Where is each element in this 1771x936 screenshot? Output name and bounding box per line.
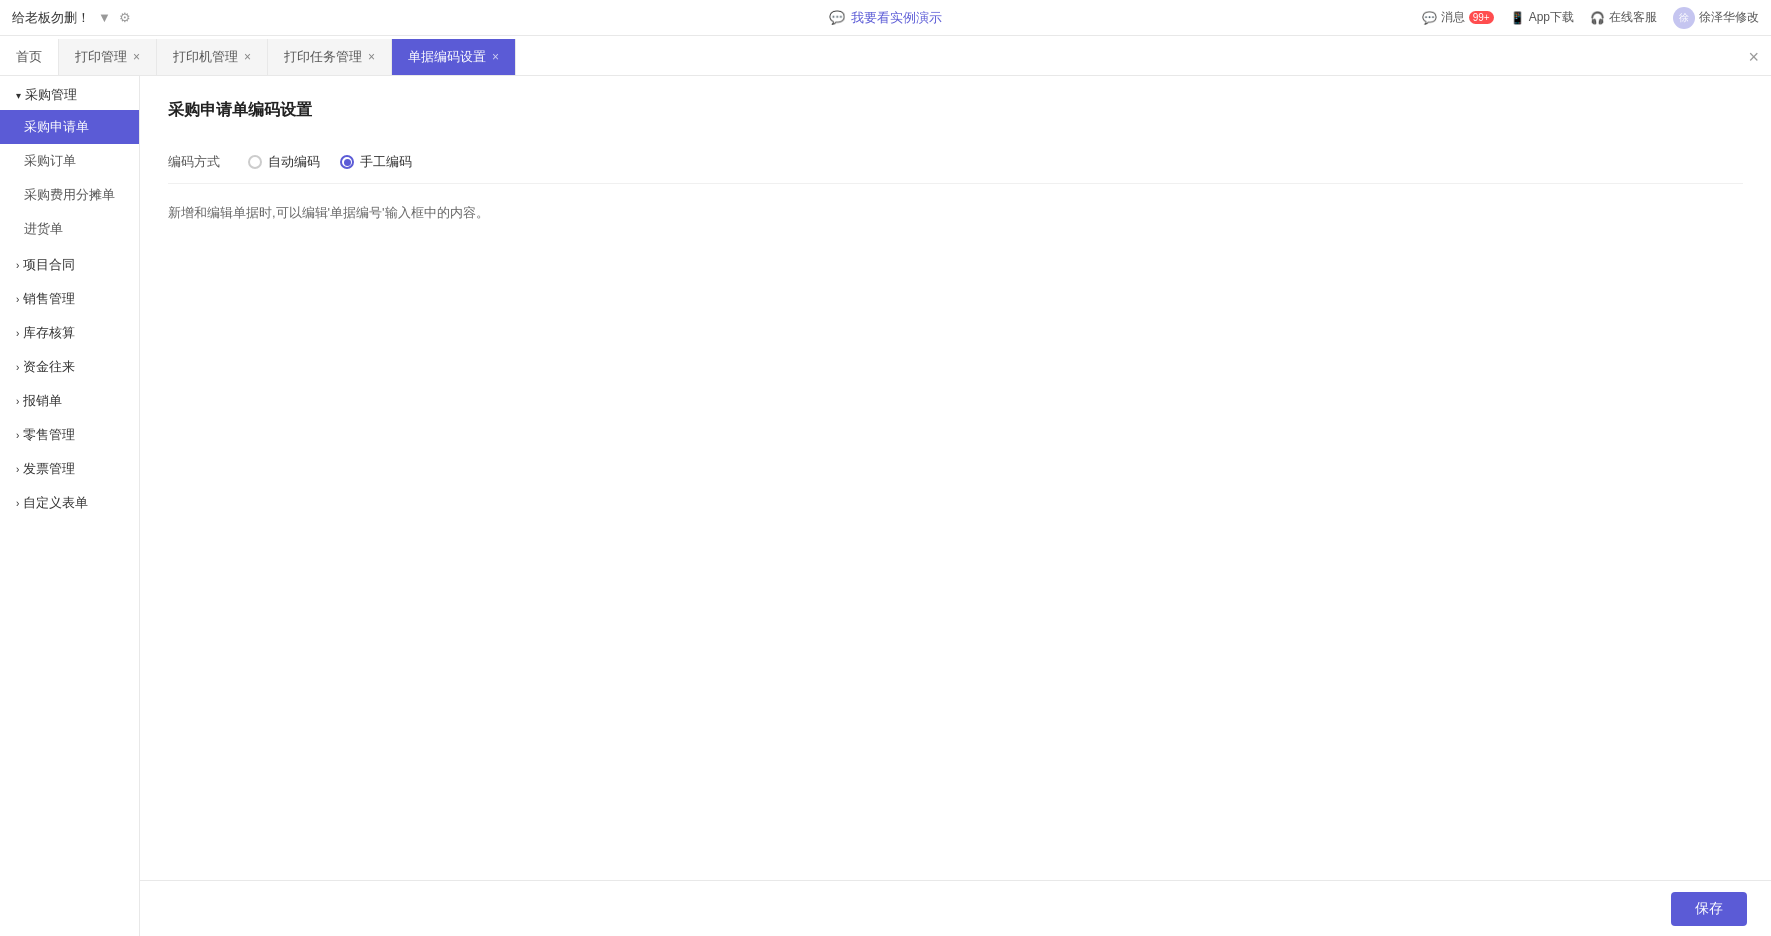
- radio-auto-coding[interactable]: 自动编码: [248, 153, 320, 171]
- chevron-right-icon-fund: ›: [16, 362, 19, 373]
- sidebar-group-sales-label: 销售管理: [23, 290, 75, 308]
- message-item[interactable]: 💬 消息 99: [1422, 9, 1494, 26]
- sidebar-group-returns-title[interactable]: › 报销单: [0, 382, 139, 416]
- user-label: 徐泽华修改: [1699, 9, 1759, 26]
- sidebar-item-purchase-request-label: 采购申请单: [24, 119, 89, 134]
- chevron-right-icon-project: ›: [16, 260, 19, 271]
- chevron-right-icon-invoice: ›: [16, 464, 19, 475]
- app-download-item[interactable]: 📱 App下载: [1510, 9, 1574, 26]
- chevron-right-icon-inventory: ›: [16, 328, 19, 339]
- tab-single-coding-close[interactable]: ×: [492, 50, 499, 64]
- sidebar-group-retail-label: 零售管理: [23, 426, 75, 444]
- radio-manual-circle: [340, 155, 354, 169]
- save-button[interactable]: 保存: [1671, 892, 1747, 926]
- sidebar-group-sales-title[interactable]: › 销售管理: [0, 280, 139, 314]
- page-title: 采购申请单编码设置: [168, 100, 1743, 121]
- top-bar: 给老板勿删！ ▼ ⚙ 💬 我要看实例演示 💬 消息 99 📱 App下载 🎧 在…: [0, 0, 1771, 36]
- sidebar-group-returns-label: 报销单: [23, 392, 62, 410]
- radio-manual-label: 手工编码: [360, 153, 412, 171]
- sidebar-group-purchase-label: 采购管理: [25, 86, 77, 104]
- coding-method-row: 编码方式 自动编码 手工编码: [168, 141, 1743, 184]
- sidebar-group-custom-label: 自定义表单: [23, 494, 88, 512]
- sidebar-item-stock-in[interactable]: 进货单: [0, 212, 139, 246]
- chevron-right-icon-retail: ›: [16, 430, 19, 441]
- tab-print-mgmt-label: 打印管理: [75, 48, 127, 66]
- chevron-right-icon-custom: ›: [16, 498, 19, 509]
- chevron-right-icon-returns: ›: [16, 396, 19, 407]
- tab-printer-mgmt-close[interactable]: ×: [244, 50, 251, 64]
- sidebar-group-project-title[interactable]: › 项目合同: [0, 246, 139, 280]
- message-icon: 💬: [1422, 11, 1437, 25]
- sidebar-group-invoice: › 发票管理: [0, 450, 139, 484]
- sidebar-group-purchase: ▾ 采购管理 采购申请单 采购订单 采购费用分摊单 进货单: [0, 76, 139, 246]
- top-bar-title: 给老板勿删！: [12, 9, 90, 27]
- user-item[interactable]: 徐 徐泽华修改: [1673, 7, 1759, 29]
- sidebar-group-retail-title[interactable]: › 零售管理: [0, 416, 139, 450]
- tab-single-coding-label: 单据编码设置: [408, 48, 486, 66]
- radio-manual-coding[interactable]: 手工编码: [340, 153, 412, 171]
- sidebar-item-purchase-expense-label: 采购费用分摊单: [24, 187, 115, 202]
- sidebar-item-stock-in-label: 进货单: [24, 221, 63, 236]
- footer: 保存: [140, 880, 1771, 936]
- user-avatar: 徐: [1673, 7, 1695, 29]
- chevron-down-icon: ▾: [16, 90, 21, 101]
- radio-group-coding: 自动编码 手工编码: [248, 153, 412, 171]
- tab-home[interactable]: 首页: [0, 39, 59, 75]
- radio-auto-circle: [248, 155, 262, 169]
- sidebar-group-project-label: 项目合同: [23, 256, 75, 274]
- hint-text: 新增和编辑单据时,可以编辑'单据编号'输入框中的内容。: [168, 204, 1743, 222]
- sidebar-item-purchase-order[interactable]: 采购订单: [0, 144, 139, 178]
- tab-single-coding[interactable]: 单据编码设置 ×: [392, 39, 516, 75]
- sidebar-group-invoice-title[interactable]: › 发票管理: [0, 450, 139, 484]
- top-bar-left: 给老板勿删！ ▼ ⚙: [12, 9, 131, 27]
- radio-auto-label: 自动编码: [268, 153, 320, 171]
- demo-text[interactable]: 我要看实例演示: [851, 9, 942, 27]
- tab-print-task-mgmt-label: 打印任务管理: [284, 48, 362, 66]
- layout: ▾ 采购管理 采购申请单 采购订单 采购费用分摊单 进货单 › 项目合同: [0, 76, 1771, 936]
- tab-print-task-mgmt[interactable]: 打印任务管理 ×: [268, 39, 392, 75]
- tab-print-mgmt[interactable]: 打印管理 ×: [59, 39, 157, 75]
- app-icon: 📱: [1510, 11, 1525, 25]
- main-content: 采购申请单编码设置 编码方式 自动编码 手工编码 新增和编辑单据时,可以编辑'单…: [140, 76, 1771, 936]
- top-bar-right: 💬 消息 99 📱 App下载 🎧 在线客服 徐 徐泽华修改: [1422, 7, 1759, 29]
- tab-bar: 首页 打印管理 × 打印机管理 × 打印任务管理 × 单据编码设置 × ×: [0, 36, 1771, 76]
- tab-print-mgmt-close[interactable]: ×: [133, 50, 140, 64]
- sidebar-group-invoice-label: 发票管理: [23, 460, 75, 478]
- tab-close-all[interactable]: ×: [1736, 39, 1771, 75]
- support-label: 在线客服: [1609, 9, 1657, 26]
- sidebar-item-purchase-expense[interactable]: 采购费用分摊单: [0, 178, 139, 212]
- content-area: 采购申请单编码设置 编码方式 自动编码 手工编码 新增和编辑单据时,可以编辑'单…: [140, 76, 1771, 880]
- tab-print-task-mgmt-close[interactable]: ×: [368, 50, 375, 64]
- sidebar-group-inventory-label: 库存核算: [23, 324, 75, 342]
- sidebar-group-custom: › 自定义表单: [0, 484, 139, 518]
- tab-home-label: 首页: [16, 48, 42, 66]
- sidebar-group-custom-title[interactable]: › 自定义表单: [0, 484, 139, 518]
- top-bar-center: 💬 我要看实例演示: [829, 9, 942, 27]
- sidebar: ▾ 采购管理 采购申请单 采购订单 采购费用分摊单 进货单 › 项目合同: [0, 76, 140, 936]
- sidebar-group-returns: › 报销单: [0, 382, 139, 416]
- sidebar-group-fund-label: 资金往来: [23, 358, 75, 376]
- sidebar-group-retail: › 零售管理: [0, 416, 139, 450]
- settings-icon[interactable]: ⚙: [119, 10, 131, 25]
- support-icon: 🎧: [1590, 11, 1605, 25]
- message-label: 消息: [1441, 9, 1465, 26]
- sidebar-item-purchase-order-label: 采购订单: [24, 153, 76, 168]
- sidebar-group-inventory: › 库存核算: [0, 314, 139, 348]
- sidebar-group-fund: › 资金往来: [0, 348, 139, 382]
- sidebar-group-sales: › 销售管理: [0, 280, 139, 314]
- tab-printer-mgmt-label: 打印机管理: [173, 48, 238, 66]
- sidebar-group-inventory-title[interactable]: › 库存核算: [0, 314, 139, 348]
- sidebar-group-purchase-title[interactable]: ▾ 采购管理: [0, 76, 139, 110]
- coding-method-label: 编码方式: [168, 153, 248, 171]
- message-badge: 99: [1469, 11, 1494, 24]
- chat-bubble-icon: 💬: [829, 10, 845, 25]
- app-label: App下载: [1529, 9, 1574, 26]
- sidebar-group-project: › 项目合同: [0, 246, 139, 280]
- sidebar-group-fund-title[interactable]: › 资金往来: [0, 348, 139, 382]
- dropdown-icon[interactable]: ▼: [98, 10, 111, 25]
- online-support-item[interactable]: 🎧 在线客服: [1590, 9, 1657, 26]
- chevron-right-icon-sales: ›: [16, 294, 19, 305]
- tab-printer-mgmt[interactable]: 打印机管理 ×: [157, 39, 268, 75]
- sidebar-item-purchase-request[interactable]: 采购申请单: [0, 110, 139, 144]
